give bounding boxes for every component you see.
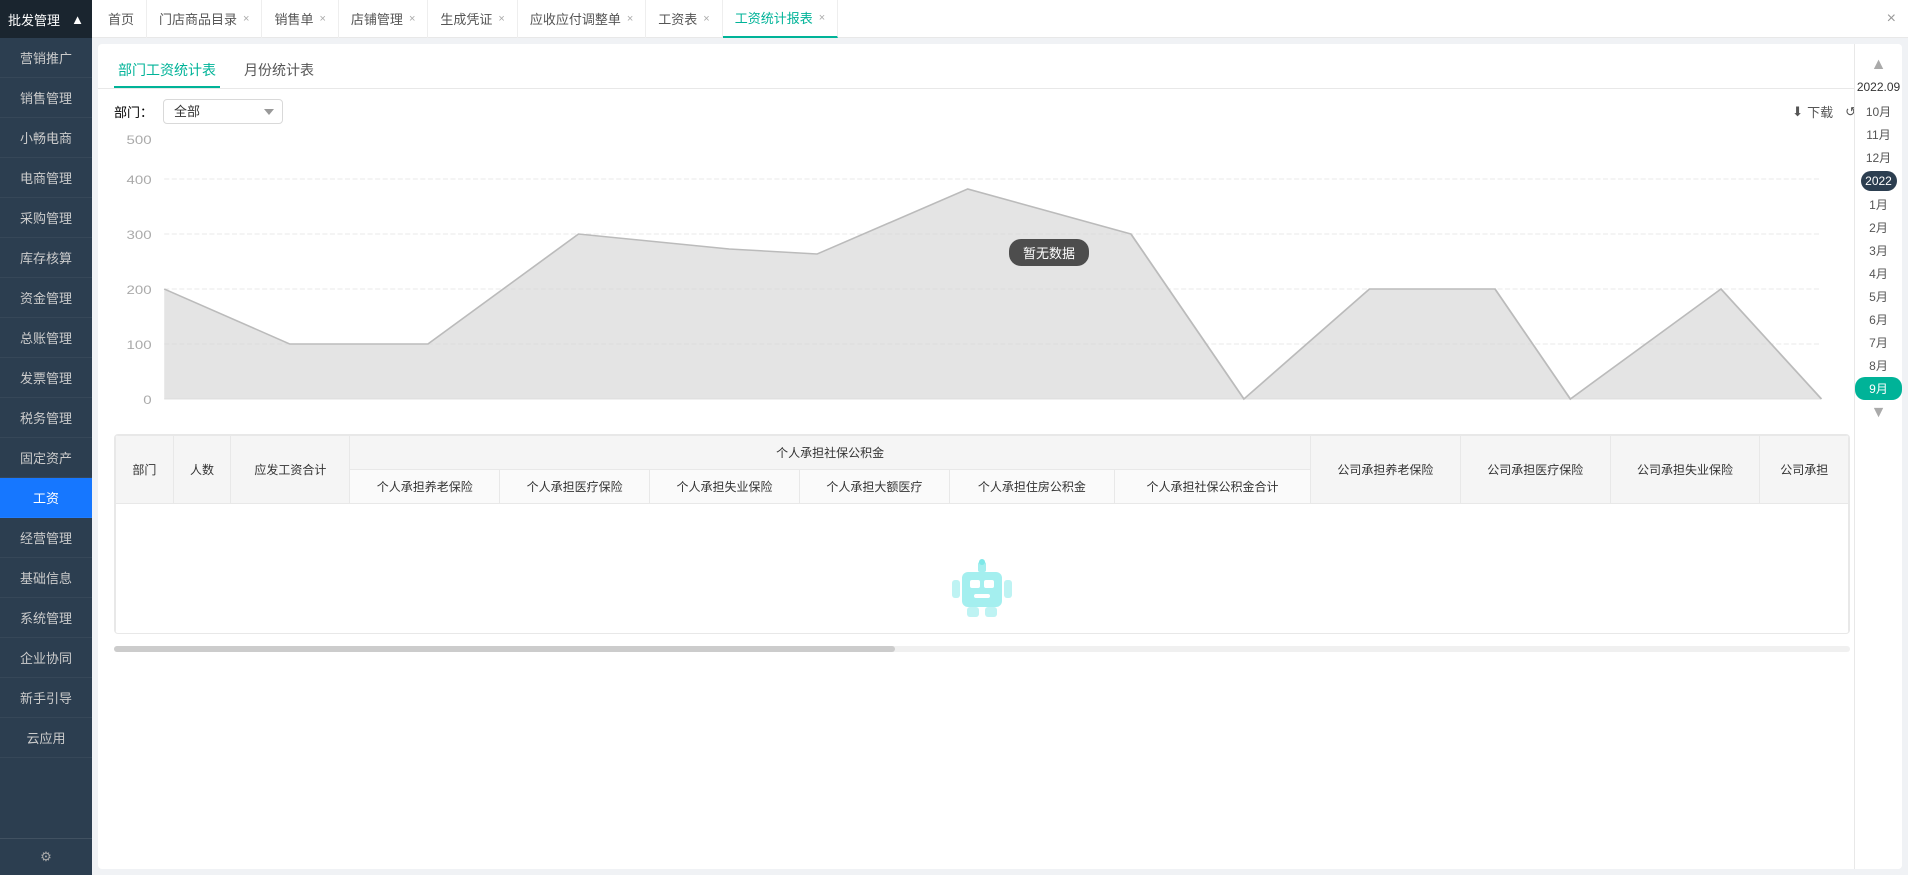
col-company-misc: 公司承担 (1760, 436, 1849, 504)
sub-tab-dept-stats[interactable]: 部门工资统计表 (114, 54, 220, 88)
sidebar-toggle-icon[interactable]: ▲ (71, 12, 84, 27)
col-total: 应发工资合计 (231, 436, 350, 504)
col-personal-group: 个人承担社保公积金 (350, 436, 1311, 470)
month-apr[interactable]: 4月 (1855, 262, 1902, 285)
close-icon[interactable]: × (243, 13, 249, 25)
svg-text:300: 300 (127, 228, 153, 241)
col-p-total: 个人承担社保公积金合计 (1114, 470, 1310, 504)
content-panel: 部门工资统计表 月份统计表 部门： 全部 销售部 财务部 人事部 ⬇ 下载 (98, 44, 1902, 869)
tab-store-catalog[interactable]: 门店商品目录 × (147, 0, 262, 38)
col-dept: 部门 (116, 436, 174, 504)
tab-gen-voucher[interactable]: 生成凭证 × (428, 0, 517, 38)
sidebar-header[interactable]: 批发管理 ▲ (0, 0, 92, 38)
download-icon: ⬇ (1792, 104, 1803, 120)
sidebar-item-zzgl[interactable]: 总账管理 (0, 318, 92, 358)
sidebar-item-swgl[interactable]: 税务管理 (0, 398, 92, 438)
close-all-button[interactable]: × (1887, 10, 1896, 28)
tab-ar-ap[interactable]: 应收应付调整单 × (518, 0, 646, 38)
dept-select[interactable]: 全部 销售部 财务部 人事部 (163, 99, 283, 124)
col-company-pension: 公司承担养老保险 (1310, 436, 1460, 504)
chart-svg: 0 100 200 300 400 500 (114, 134, 1834, 414)
svg-text:400: 400 (127, 173, 153, 186)
scroll-down-icon[interactable]: ▼ (1871, 404, 1887, 422)
tab-sales-order[interactable]: 销售单 × (262, 0, 338, 38)
sidebar-title: 批发管理 (8, 10, 60, 29)
sidebar-item-jygl[interactable]: 经营管理 (0, 518, 92, 558)
tab-home[interactable]: 首页 (96, 0, 147, 38)
tab-store-mgmt[interactable]: 店铺管理 × (339, 0, 428, 38)
tab-payroll-report[interactable]: 工资统计报表 × (723, 0, 838, 38)
sidebar-item-yxtt[interactable]: 营销推广 (0, 38, 92, 78)
data-table: 部门 人数 应发工资合计 个人承担社保公积金 公司承担养老保险 公司承担医疗保险… (115, 435, 1849, 634)
svg-text:500: 500 (127, 134, 153, 147)
sub-tab-month-stats[interactable]: 月份统计表 (240, 54, 318, 88)
sidebar-item-gz[interactable]: 工资 (0, 478, 92, 518)
sidebar: 批发管理 ▲ 营销推广 销售管理 小畅电商 电商管理 采购管理 库存核算 资金管… (0, 0, 92, 875)
year-marker-2022[interactable]: 2022 (1861, 171, 1897, 191)
month-may[interactable]: 5月 (1855, 285, 1902, 308)
sidebar-footer[interactable]: ⚙ (0, 838, 92, 875)
close-icon[interactable]: × (319, 13, 325, 25)
sidebar-item-gdzc[interactable]: 固定资产 (0, 438, 92, 478)
sidebar-item-dsg1[interactable]: 电商管理 (0, 158, 92, 198)
month-jul[interactable]: 7月 (1855, 331, 1902, 354)
sidebar-item-xsyd[interactable]: 新手引导 (0, 678, 92, 718)
sidebar-item-zjgl[interactable]: 资金管理 (0, 278, 92, 318)
svg-text:200: 200 (127, 283, 153, 296)
col-company-medical: 公司承担医疗保险 (1460, 436, 1610, 504)
col-count: 人数 (173, 436, 231, 504)
gear-icon[interactable]: ⚙ (40, 849, 52, 864)
dept-label: 部门： (114, 102, 153, 121)
scroll-thumb[interactable] (114, 646, 895, 652)
col-company-unemployment: 公司承担失业保险 (1610, 436, 1760, 504)
col-p-medical: 个人承担医疗保险 (500, 470, 650, 504)
year-label-2022: 2022.09 (1853, 78, 1902, 96)
sidebar-item-jcxx[interactable]: 基础信息 (0, 558, 92, 598)
col-p-pension: 个人承担养老保险 (350, 470, 500, 504)
toolbar-left: 部门： 全部 销售部 财务部 人事部 (114, 99, 283, 124)
month-sep[interactable]: 9月 (1855, 377, 1902, 400)
close-icon[interactable]: × (703, 13, 709, 25)
download-button[interactable]: ⬇ 下载 (1792, 102, 1833, 121)
sidebar-item-kchsg[interactable]: 库存核算 (0, 238, 92, 278)
month-aug[interactable]: 8月 (1855, 354, 1902, 377)
empty-row: 暂无数据 (116, 504, 1849, 635)
empty-icon (942, 552, 1022, 632)
month-dec[interactable]: 12月 (1855, 146, 1902, 169)
tabs-bar: 首页 门店商品目录 × 销售单 × 店铺管理 × 生成凭证 × 应收应付调整单 … (92, 0, 1908, 38)
close-icon[interactable]: × (627, 13, 633, 25)
close-icon[interactable]: × (819, 12, 825, 24)
month-mar[interactable]: 3月 (1855, 239, 1902, 262)
col-p-unemployment: 个人承担失业保险 (650, 470, 800, 504)
right-panel: ▲ 2022.09 10月 11月 12月 2022 1月 2月 3月 (1854, 44, 1902, 869)
scroll-up-icon[interactable]: ▲ (1871, 56, 1887, 74)
sidebar-item-cggl[interactable]: 采购管理 (0, 198, 92, 238)
sidebar-item-fpgl[interactable]: 发票管理 (0, 358, 92, 398)
horizontal-scrollbar[interactable] (114, 646, 1850, 652)
month-jan[interactable]: 1月 (1855, 193, 1902, 216)
month-oct[interactable]: 10月 (1855, 100, 1902, 123)
close-icon[interactable]: × (498, 13, 504, 25)
chart-area: 0 100 200 300 400 500 暂无数据 (98, 134, 1850, 434)
table-wrapper[interactable]: 部门 人数 应发工资合计 个人承担社保公积金 公司承担养老保险 公司承担医疗保险… (114, 434, 1850, 634)
sidebar-item-xcdg[interactable]: 小畅电商 (0, 118, 92, 158)
sidebar-item-yyyy[interactable]: 云应用 (0, 718, 92, 758)
col-p-housing: 个人承担住房公积金 (949, 470, 1114, 504)
month-feb[interactable]: 2月 (1855, 216, 1902, 239)
tab-payroll[interactable]: 工资表 × (646, 0, 722, 38)
sidebar-item-qyxt[interactable]: 企业协同 (0, 638, 92, 678)
sidebar-item-xsgl[interactable]: 销售管理 (0, 78, 92, 118)
sidebar-item-xtgl[interactable]: 系统管理 (0, 598, 92, 638)
main-area: 首页 门店商品目录 × 销售单 × 店铺管理 × 生成凭证 × 应收应付调整单 … (92, 0, 1908, 875)
svg-text:0: 0 (143, 393, 152, 406)
empty-state: 暂无数据 (126, 512, 1838, 634)
toolbar: 部门： 全部 销售部 财务部 人事部 ⬇ 下载 ↺ 刷新 (98, 89, 1902, 134)
close-icon[interactable]: × (409, 13, 415, 25)
svg-text:100: 100 (127, 338, 153, 351)
month-nov[interactable]: 11月 (1855, 123, 1902, 146)
month-jun[interactable]: 6月 (1855, 308, 1902, 331)
sub-tabs: 部门工资统计表 月份统计表 (98, 44, 1902, 89)
col-p-major-medical: 个人承担大额医疗 (799, 470, 949, 504)
